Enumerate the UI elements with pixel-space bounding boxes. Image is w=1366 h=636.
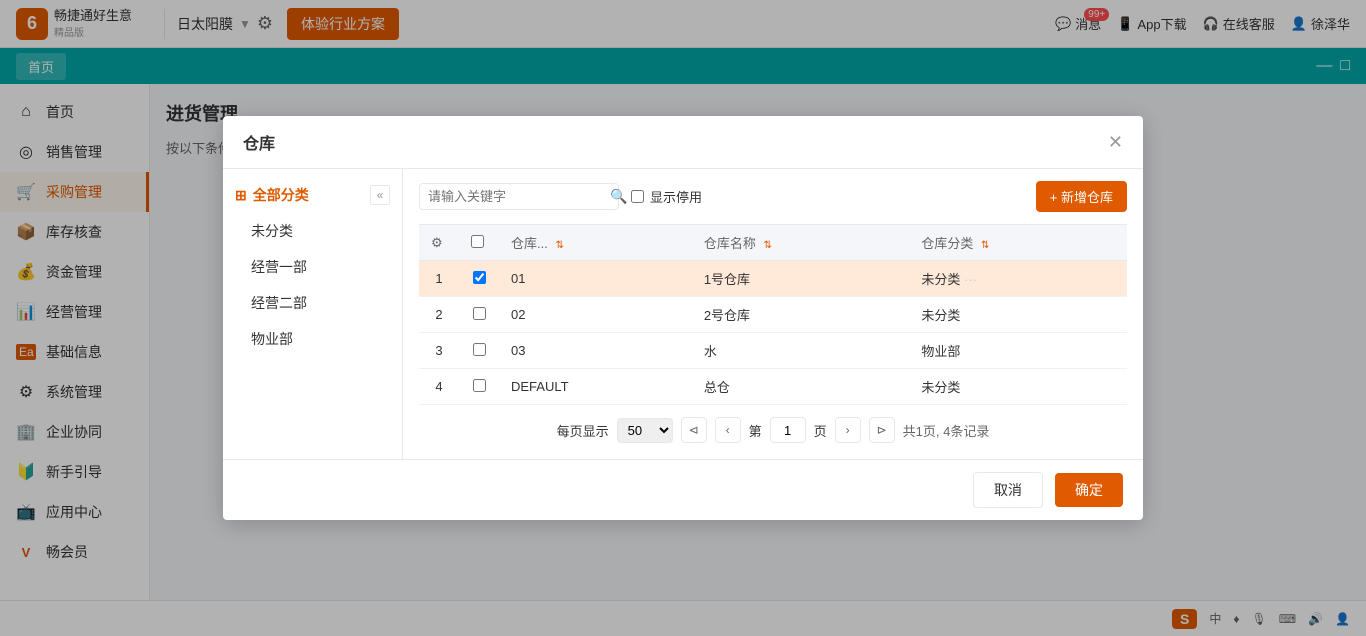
page-label: 第 [749,421,762,440]
category-panel: ⊞ 全部分类 « 未分类 经营一部 经营二部 物业部 [223,169,403,459]
sort-icon-category: ⇅ [981,240,989,251]
row-code: 03 [499,333,692,369]
modal-close-button[interactable]: ✕ [1108,132,1123,153]
row-checkbox-cell [459,297,499,333]
modal-title: 仓库 [243,130,275,154]
show-disabled-label: 显示停用 [650,187,702,206]
modal-footer: 取消 确定 [223,459,1143,520]
th-settings: ⚙ [419,225,459,261]
settings-icon: ⚙ [431,235,443,250]
table-header-row: ⚙ 仓库... ⇅ 仓库名称 ⇅ 仓库分类 [419,225,1127,261]
row-checkbox-cell [459,369,499,405]
row-category: 物业部 [909,333,1127,369]
next-page-button[interactable]: › [835,417,861,443]
row-name: 1号仓库 [692,261,910,297]
row-category: 未分类 ··· [909,261,1127,297]
sort-icon-name: ⇅ [763,240,771,251]
category-header: ⊞ 全部分类 « [223,181,402,213]
row-category: 未分类 [909,369,1127,405]
row-num: 2 [419,297,459,333]
last-page-button[interactable]: ⊳ [869,417,895,443]
row-code: DEFAULT [499,369,692,405]
sort-icon-code: ⇅ [555,240,563,251]
th-category-label: 仓库分类 [921,236,973,251]
show-disabled-checkbox[interactable] [631,190,644,203]
table-row[interactable]: 4 DEFAULT 总仓 未分类 [419,369,1127,405]
table-toolbar: 🔍 显示停用 + 新增仓库 [419,181,1127,212]
row-checkbox-cell [459,261,499,297]
modal-body: ⊞ 全部分类 « 未分类 经营一部 经营二部 物业部 🔍 显示停用 [223,169,1143,459]
th-name-label: 仓库名称 [704,236,756,251]
page-number-input[interactable] [770,417,806,443]
row-checkbox-cell [459,333,499,369]
show-disabled-group: 显示停用 [631,187,702,206]
row-num: 4 [419,369,459,405]
row-num: 3 [419,333,459,369]
table-row[interactable]: 3 03 水 物业部 [419,333,1127,369]
category-item-dept2[interactable]: 经营二部 [223,285,402,321]
th-category: 仓库分类 ⇅ [909,225,1127,261]
table-row[interactable]: 1 01 1号仓库 未分类 ··· [419,261,1127,297]
grid-icon: ⊞ [235,187,247,204]
search-input[interactable] [428,189,604,204]
category-all[interactable]: ⊞ 全部分类 [235,185,309,205]
search-icon[interactable]: 🔍 [610,188,627,205]
row-name: 水 [692,333,910,369]
table-body: 1 01 1号仓库 未分类 ··· 2 02 2号仓库 未分类 [419,261,1127,405]
page-info: 共1页, 4条记录 [903,421,990,440]
page-unit: 页 [814,421,827,440]
prev-page-button[interactable]: ‹ [715,417,741,443]
th-checkbox [459,225,499,261]
category-item-unclassified[interactable]: 未分类 [223,213,402,249]
row-checkbox[interactable] [473,307,486,320]
category-item-dept1[interactable]: 经营一部 [223,249,402,285]
select-all-checkbox[interactable] [471,235,484,248]
modal-header: 仓库 ✕ [223,116,1143,169]
th-name: 仓库名称 ⇅ [692,225,910,261]
search-box: 🔍 [419,183,619,210]
per-page-select[interactable]: 50 10 20 100 [617,418,673,443]
pagination-bar: 每页显示 50 10 20 100 ⊲ ‹ 第 页 › ⊳ 共1页, 4条记录 [419,405,1127,447]
category-item-property[interactable]: 物业部 [223,321,402,357]
collapse-button[interactable]: « [370,185,390,205]
row-checkbox[interactable] [473,343,486,356]
th-code: 仓库... ⇅ [499,225,692,261]
warehouse-table: ⚙ 仓库... ⇅ 仓库名称 ⇅ 仓库分类 [419,224,1127,405]
category-all-label: 全部分类 [253,185,309,205]
per-page-label: 每页显示 [557,421,609,440]
warehouse-modal: 仓库 ✕ ⊞ 全部分类 « 未分类 经营一部 经营二部 物业部 🔍 [223,116,1143,520]
add-warehouse-button[interactable]: + 新增仓库 [1036,181,1127,212]
cancel-button[interactable]: 取消 [973,472,1043,508]
th-code-label: 仓库... [511,236,548,251]
first-page-button[interactable]: ⊲ [681,417,707,443]
row-num: 1 [419,261,459,297]
row-checkbox[interactable] [473,271,486,284]
row-name: 2号仓库 [692,297,910,333]
row-category: 未分类 [909,297,1127,333]
row-code: 02 [499,297,692,333]
row-name: 总仓 [692,369,910,405]
confirm-button[interactable]: 确定 [1055,473,1123,507]
table-container: ⚙ 仓库... ⇅ 仓库名称 ⇅ 仓库分类 [419,224,1127,405]
action-dots[interactable]: ··· [964,272,977,287]
row-code: 01 [499,261,692,297]
row-checkbox[interactable] [473,379,486,392]
table-row[interactable]: 2 02 2号仓库 未分类 [419,297,1127,333]
table-panel: 🔍 显示停用 + 新增仓库 ⚙ 仓库... [403,169,1143,459]
